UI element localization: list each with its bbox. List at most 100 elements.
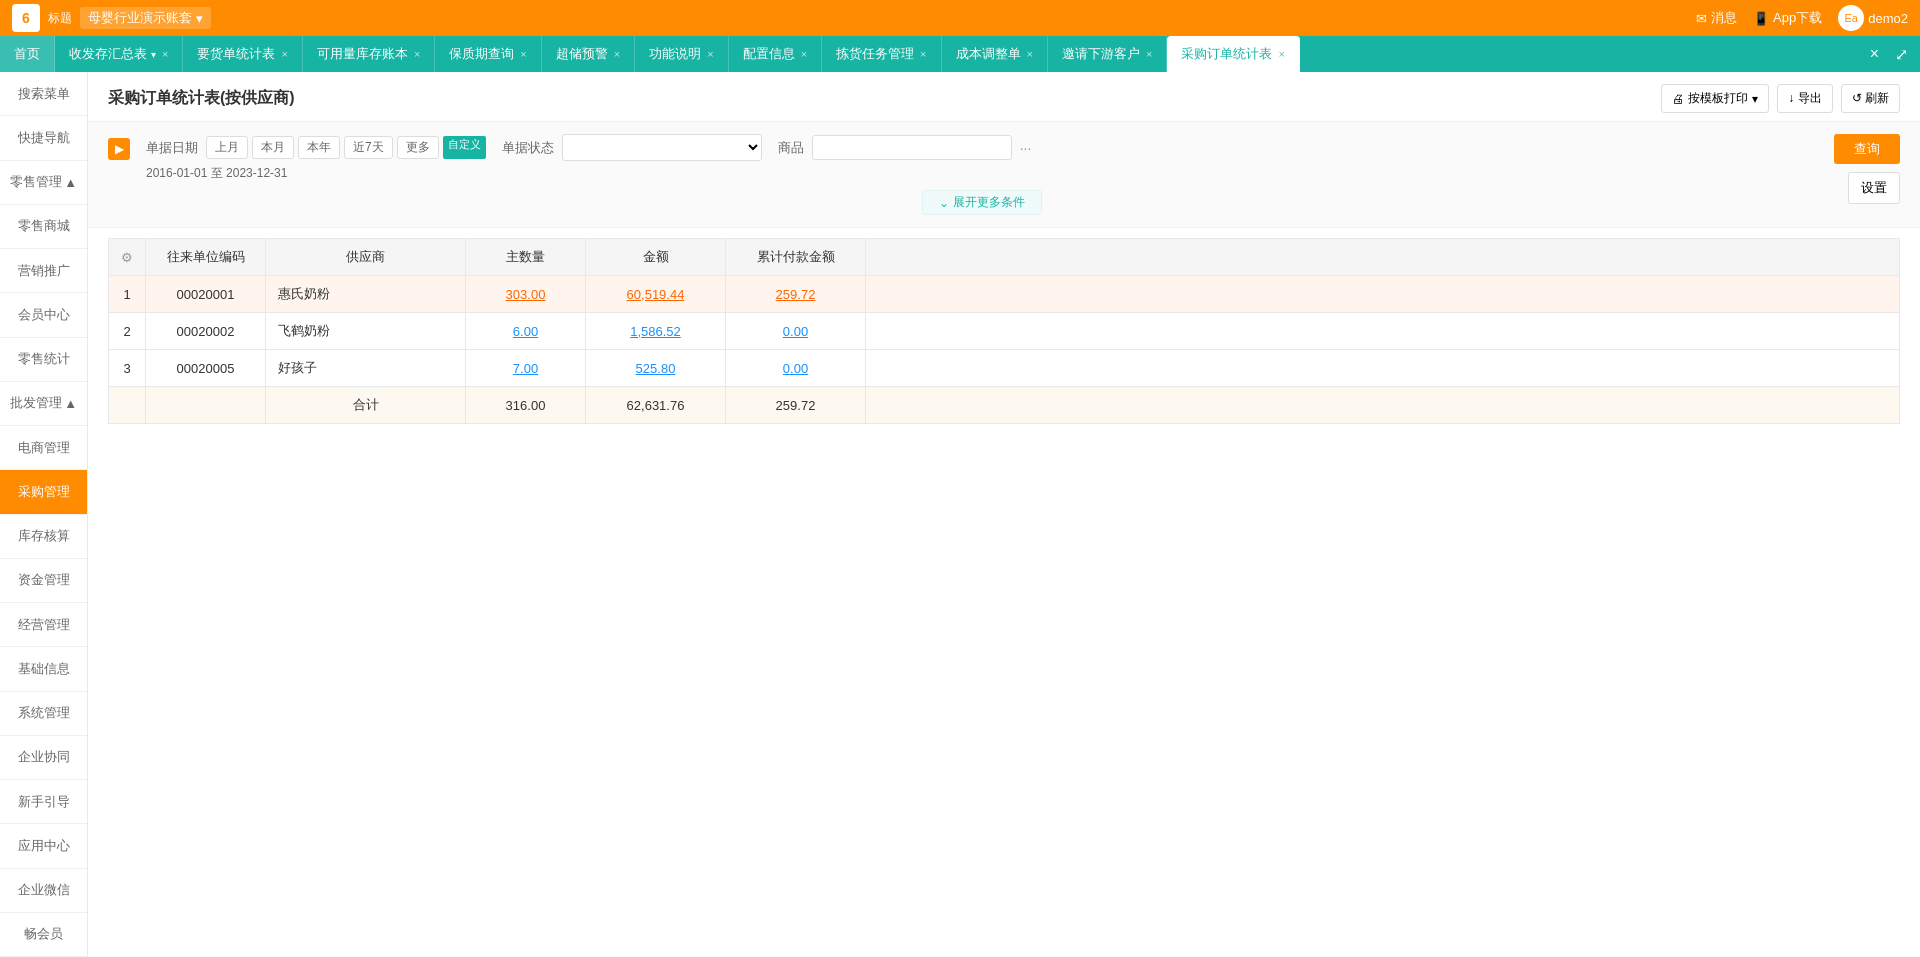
print-template-btn[interactable]: 🖨 按模板打印 ▾ <box>1661 84 1769 113</box>
close-icon[interactable]: × <box>614 48 620 60</box>
goods-label: 商品 <box>778 139 804 157</box>
close-icon[interactable]: × <box>414 48 420 60</box>
expand-more-btn[interactable]: ⌄ 展开更多条件 <box>922 190 1042 215</box>
sidebar-item-marketing[interactable]: 营销推广 <box>0 249 87 293</box>
app-download-btn[interactable]: 📱 App下载 <box>1753 9 1822 27</box>
row-paid[interactable]: 259.72 <box>726 276 866 313</box>
sidebar-item-member2[interactable]: 畅会员 <box>0 913 87 957</box>
sidebar-item-app-center[interactable]: 应用中心 <box>0 824 87 868</box>
chevron-down-icon: ⌄ <box>939 196 949 210</box>
close-icon[interactable]: × <box>1278 48 1284 60</box>
close-icon[interactable]: × <box>1146 48 1152 60</box>
goods-input[interactable] <box>812 135 1012 160</box>
logo-text: 标题 <box>48 10 72 27</box>
row-paid[interactable]: 0.00 <box>726 313 866 350</box>
tab-yaoqing[interactable]: 邀请下游客户 × <box>1048 36 1167 72</box>
close-icon[interactable]: × <box>1027 48 1033 60</box>
sidebar-item-enterprise[interactable]: 企业协同 <box>0 736 87 780</box>
row-extra <box>866 313 1900 350</box>
date-range-display: 2016-01-01 至 2023-12-31 <box>146 165 1818 182</box>
col-code-header: 往来单位编码 <box>146 239 266 276</box>
tab-home[interactable]: 首页 <box>0 36 55 72</box>
expand-window-btn[interactable]: ⤢ <box>1891 45 1912 64</box>
row-no: 1 <box>109 276 146 313</box>
nav-tabs-end: × ⤢ <box>1866 45 1920 64</box>
date-btn-7days[interactable]: 近7天 <box>344 136 393 159</box>
refresh-btn[interactable]: ↺ 刷新 <box>1841 84 1900 113</box>
table-row: 1 00020001 惠氏奶粉 303.00 60,519.44 259.72 <box>109 276 1900 313</box>
sidebar-item-retail-stats[interactable]: 零售统计 <box>0 338 87 382</box>
sidebar-item-search[interactable]: 搜索菜单 <box>0 72 87 116</box>
row-paid[interactable]: 0.00 <box>726 350 866 387</box>
more-options-icon[interactable]: ··· <box>1020 140 1032 156</box>
close-window-btn[interactable]: × <box>1866 45 1883 63</box>
status-select[interactable] <box>562 134 762 161</box>
chevron-down-icon: ▾ <box>196 11 203 26</box>
top-bar: 6 标题 母婴行业演示账套 ▾ ✉ 消息 📱 App下载 Ea demo2 <box>0 0 1920 36</box>
close-icon[interactable]: × <box>520 48 526 60</box>
sidebar-item-purchase[interactable]: 采购管理 <box>0 470 87 514</box>
sidebar-item-ecommerce[interactable]: 电商管理 <box>0 426 87 470</box>
filter-right-btns: 查询 设置 <box>1834 134 1900 204</box>
sidebar-item-retail-shop[interactable]: 零售商城 <box>0 205 87 249</box>
query-btn[interactable]: 查询 <box>1834 134 1900 164</box>
user-profile[interactable]: Ea demo2 <box>1838 5 1908 31</box>
close-icon[interactable]: × <box>801 48 807 60</box>
table-area: ⚙ 往来单位编码 供应商 主数量 金额 累计付款金额 1 00020001 惠氏… <box>88 238 1920 424</box>
company-selector[interactable]: 母婴行业演示账套 ▾ <box>80 7 211 29</box>
tab-gongneng[interactable]: 功能说明 × <box>635 36 728 72</box>
row-qty[interactable]: 6.00 <box>466 313 586 350</box>
tab-chengben[interactable]: 成本调整单 × <box>942 36 1048 72</box>
settings-btn[interactable]: 设置 <box>1848 172 1900 204</box>
tab-jianhuo[interactable]: 拣货任务管理 × <box>822 36 941 72</box>
close-icon[interactable]: × <box>281 48 287 60</box>
sidebar-item-system[interactable]: 系统管理 <box>0 692 87 736</box>
message-btn[interactable]: ✉ 消息 <box>1696 9 1737 27</box>
row-code: 00020002 <box>146 313 266 350</box>
row-supplier: 惠氏奶粉 <box>266 276 466 313</box>
date-btn-this-month[interactable]: 本月 <box>252 136 294 159</box>
row-amount[interactable]: 525.80 <box>586 350 726 387</box>
close-icon[interactable]: × <box>707 48 713 60</box>
status-filter: 单据状态 <box>502 134 762 161</box>
page-header: 采购订单统计表(按供应商) 🖨 按模板打印 ▾ ↓ 导出 ↺ 刷新 <box>88 72 1920 122</box>
sidebar-item-member[interactable]: 会员中心 <box>0 293 87 337</box>
tab-chaochu[interactable]: 超储预警 × <box>542 36 635 72</box>
close-icon[interactable]: × <box>162 48 168 60</box>
row-qty[interactable]: 7.00 <box>466 350 586 387</box>
avatar: Ea <box>1838 5 1864 31</box>
date-btn-last-month[interactable]: 上月 <box>206 136 248 159</box>
sidebar-item-guide[interactable]: 新手引导 <box>0 780 87 824</box>
date-btn-this-year[interactable]: 本年 <box>298 136 340 159</box>
table-row: 2 00020002 飞鹤奶粉 6.00 1,586.52 0.00 <box>109 313 1900 350</box>
tab-kuyong[interactable]: 可用量库存账本 × <box>303 36 435 72</box>
chevron-down-icon: ▾ <box>151 49 156 60</box>
filter-toggle-btn[interactable]: ▶ <box>108 138 130 160</box>
tab-baozhi[interactable]: 保质期查询 × <box>435 36 541 72</box>
tab-caigou-active[interactable]: 采购订单统计表 × <box>1167 36 1299 72</box>
row-qty[interactable]: 303.00 <box>466 276 586 313</box>
sidebar-item-inventory[interactable]: 库存核算 <box>0 515 87 559</box>
tab-peizhi[interactable]: 配置信息 × <box>729 36 822 72</box>
export-btn[interactable]: ↓ 导出 <box>1777 84 1832 113</box>
tab-shoufacun[interactable]: 收发存汇总表 ▾× <box>55 36 183 72</box>
sidebar-item-finance[interactable]: 资金管理 <box>0 559 87 603</box>
row-amount[interactable]: 60,519.44 <box>586 276 726 313</box>
tab-yaohuo[interactable]: 要货单统计表 × <box>183 36 302 72</box>
close-icon[interactable]: × <box>920 48 926 60</box>
sidebar-item-wholesale[interactable]: 批发管理 ▲ <box>0 382 87 426</box>
footer-qty: 316.00 <box>466 387 586 424</box>
row-supplier: 好孩子 <box>266 350 466 387</box>
sidebar-item-basic-info[interactable]: 基础信息 <box>0 647 87 691</box>
top-bar-left: 6 标题 母婴行业演示账套 ▾ <box>12 4 211 32</box>
sidebar-item-wechat[interactable]: 企业微信 <box>0 869 87 913</box>
row-amount[interactable]: 1,586.52 <box>586 313 726 350</box>
filter-area: ▶ 单据日期 上月 本月 本年 近7天 更多 自 <box>88 122 1920 228</box>
sidebar-item-retail-mgmt[interactable]: 零售管理 ▲ <box>0 161 87 205</box>
settings-icon[interactable]: ⚙ <box>121 250 133 265</box>
sidebar-item-shortcut[interactable]: 快捷导航 <box>0 116 87 160</box>
sidebar-item-operation[interactable]: 经营管理 <box>0 603 87 647</box>
footer-settings-col <box>109 387 146 424</box>
col-amount-header: 金额 <box>586 239 726 276</box>
date-btn-more[interactable]: 更多 <box>397 136 439 159</box>
